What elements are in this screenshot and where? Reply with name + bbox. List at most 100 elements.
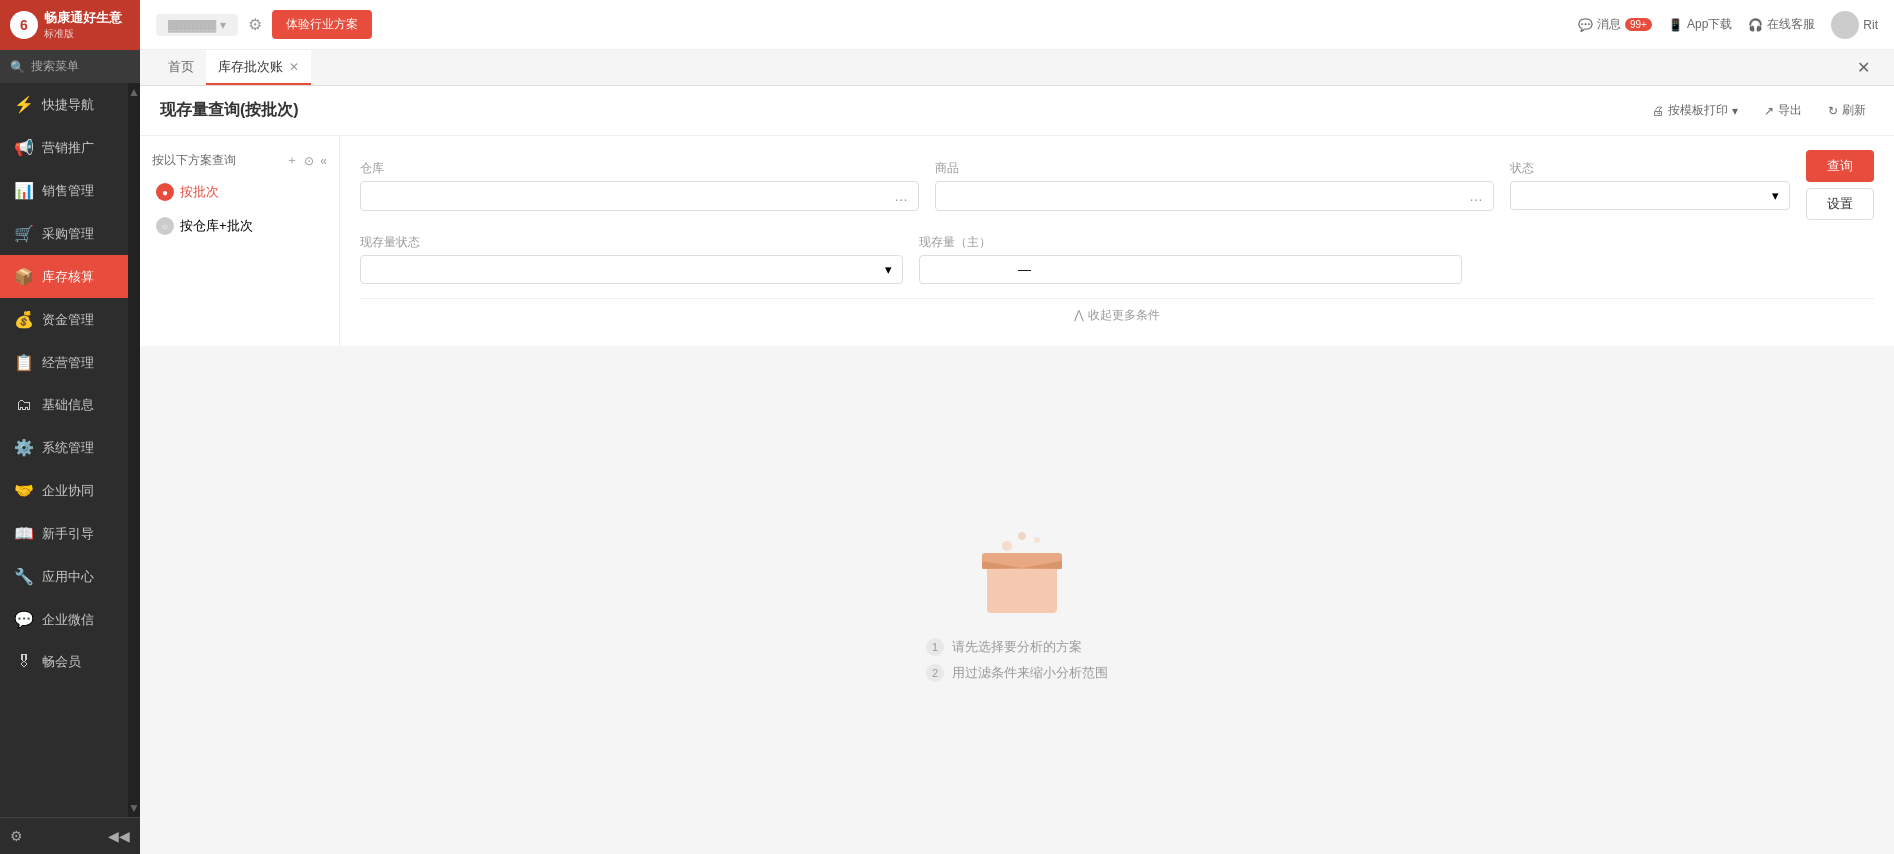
goods-label: 商品 [935,160,1494,177]
sidebar-item-label: 快捷导航 [42,96,94,114]
filter-btn-group: 查询 设置 [1806,150,1874,220]
svg-rect-0 [987,563,1057,613]
scroll-up-icon[interactable]: ▲ [128,85,140,99]
collapse-filter-btn[interactable]: ⋀ 收起更多条件 [360,298,1874,332]
app-download-btn[interactable]: 📱 App下载 [1668,16,1732,33]
sidebar-item-quick-nav[interactable]: ⚡ 快捷导航 [0,83,128,126]
status-label: 状态 [1510,160,1790,177]
main-area: ▓▓▓▓▓▓ ▾ ⚙ 体验行业方案 💬 消息 99+ 📱 App下载 🎧 在线客… [140,0,1894,854]
messages-badge: 99+ [1625,18,1652,31]
operations-icon: 📋 [14,353,34,372]
scheme-header-icons: ＋ ⊙ « [286,152,327,169]
sidebar-nav: ⚡ 快捷导航 📢 营销推广 📊 销售管理 🛒 采购管理 📦 库存核算 💰 [0,83,128,817]
breadcrumb: ▓▓▓▓▓▓ ▾ [156,14,238,36]
tab-home[interactable]: 首页 [156,50,206,85]
tab-home-label: 首页 [168,58,194,76]
tab-panel-close-icon[interactable]: ✕ [1849,58,1878,77]
tabbar: 首页 库存批次账 ✕ ✕ [140,50,1894,86]
tip-1-num: 1 [926,638,944,656]
svg-point-3 [1034,537,1040,543]
export-btn[interactable]: ↗ 导出 [1756,98,1810,123]
sidebar-item-wechat[interactable]: 💬 企业微信 [0,598,128,641]
inv-qty-range: — [919,255,1462,284]
goods-more-icon: … [1469,188,1483,204]
sidebar-item-member[interactable]: 🎖 畅会员 [0,641,128,683]
settings-btn[interactable]: 设置 [1806,188,1874,220]
sidebar-item-purchase[interactable]: 🛒 采购管理 [0,212,128,255]
scheme-item-warehouse-batch[interactable]: ○ 按仓库+批次 [140,209,339,243]
scheme-settings-icon[interactable]: ⊙ [304,154,314,168]
range-dash: — [1018,262,1031,277]
sidebar-item-guide[interactable]: 📖 新手引导 [0,512,128,555]
sidebar-item-system[interactable]: ⚙️ 系统管理 [0,426,128,469]
filter-group-goods: 商品 … [935,160,1494,211]
member-icon: 🎖 [14,653,34,671]
message-icon: 💬 [1578,18,1593,32]
search-menu[interactable]: 🔍 搜索菜单 [0,50,140,83]
sidebar-item-inventory[interactable]: 📦 库存核算 [0,255,128,298]
sidebar-item-label: 采购管理 [42,225,94,243]
sidebar-footer: ⚙ ◀◀ [0,817,140,854]
sidebar-item-sales[interactable]: 📊 销售管理 [0,169,128,212]
sidebar-item-label: 基础信息 [42,396,94,414]
inv-qty-to[interactable] [1039,262,1119,277]
scroll-down-icon[interactable]: ▼ [128,801,140,815]
filter-group-inv-qty: 现存量（主） — [919,234,1462,284]
collapse-sidebar-icon[interactable]: ◀◀ [108,828,130,844]
messages-label: 消息 [1597,16,1621,33]
scheme-inactive-icon: ○ [156,217,174,235]
print-btn[interactable]: 🖨 按模板打印 ▾ [1644,98,1746,123]
sidebar-item-operations[interactable]: 📋 经营管理 [0,341,128,384]
sidebar-item-label: 企业协同 [42,482,94,500]
collapse-icon: ⋀ [1074,308,1087,322]
scheme-item-batch[interactable]: ● 按批次 [140,175,339,209]
tab-close-icon[interactable]: ✕ [289,60,299,74]
sidebar-item-basic-info[interactable]: 🗂 基础信息 [0,384,128,426]
tab-inventory-batch[interactable]: 库存批次账 ✕ [206,50,311,85]
settings-icon[interactable]: ⚙ [10,828,23,844]
finance-icon: 💰 [14,310,34,329]
scheme-panel: 按以下方案查询 ＋ ⊙ « ● 按批次 ○ 按仓库+批次 [140,136,340,346]
app-center-icon: 🔧 [14,567,34,586]
sidebar-item-label: 系统管理 [42,439,94,457]
refresh-icon: ↻ [1828,104,1838,118]
online-service-btn[interactable]: 🎧 在线客服 [1748,16,1815,33]
scheme-collapse-icon[interactable]: « [320,154,327,168]
svg-point-2 [1002,541,1012,551]
purchase-icon: 🛒 [14,224,34,243]
sidebar-item-marketing[interactable]: 📢 营销推广 [0,126,128,169]
filter-area: 仓库 … 商品 … [340,136,1894,346]
goods-input[interactable]: … [935,181,1494,211]
messages-btn[interactable]: 💬 消息 99+ [1578,16,1652,33]
sidebar-item-enterprise[interactable]: 🤝 企业协同 [0,469,128,512]
warehouse-label: 仓库 [360,160,919,177]
sales-icon: 📊 [14,181,34,200]
inv-status-dropdown-icon: ▾ [885,262,892,277]
sidebar-item-app-center[interactable]: 🔧 应用中心 [0,555,128,598]
query-btn[interactable]: 查询 [1806,150,1874,182]
sidebar-item-finance[interactable]: 💰 资金管理 [0,298,128,341]
sidebar-item-label: 经营管理 [42,354,94,372]
topbar-right: 💬 消息 99+ 📱 App下载 🎧 在线客服 Rit [1578,11,1878,39]
sidebar-item-label: 营销推广 [42,139,94,157]
refresh-btn[interactable]: ↻ 刷新 [1820,98,1874,123]
app-name: 畅康通好生意 [44,9,122,27]
inv-qty-from[interactable] [930,262,1010,277]
tip-1-text: 请先选择要分析的方案 [952,638,1082,656]
gear-icon[interactable]: ⚙ [248,15,262,34]
experience-btn[interactable]: 体验行业方案 [272,10,372,39]
inv-status-select[interactable]: ▾ [360,255,903,284]
empty-svg [967,518,1077,628]
sidebar-item-label: 畅会员 [42,653,81,671]
user-area[interactable]: Rit [1831,11,1878,39]
page-title: 现存量查询(按批次) [160,100,299,121]
svg-point-4 [1018,532,1026,540]
sidebar-nav-container: ⚡ 快捷导航 📢 营销推广 📊 销售管理 🛒 采购管理 📦 库存核算 💰 [0,83,140,817]
print-icon: 🖨 [1652,104,1664,118]
warehouse-input[interactable]: … [360,181,919,211]
download-icon: 📱 [1668,18,1683,32]
enterprise-icon: 🤝 [14,481,34,500]
add-scheme-icon[interactable]: ＋ [286,152,298,169]
status-select[interactable]: ▾ [1510,181,1790,210]
app-logo: 6 [10,11,38,39]
